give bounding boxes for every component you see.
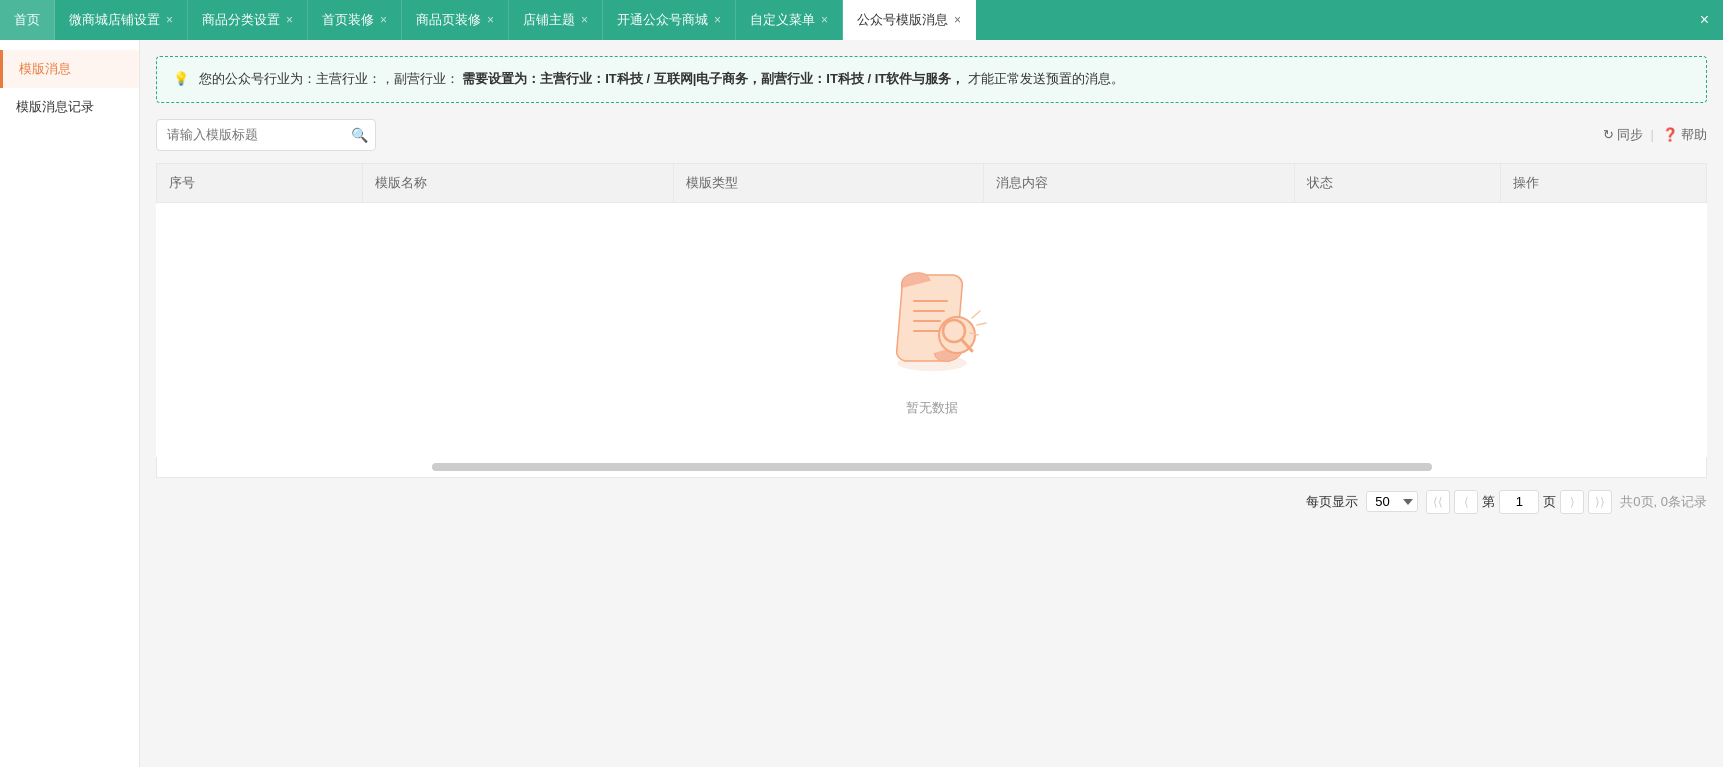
- tab-item-7[interactable]: 自定义菜单 ×: [736, 0, 843, 40]
- tab-close-icon[interactable]: ×: [714, 13, 721, 27]
- table-header-row: 序号模版名称模版类型消息内容状态操作: [157, 163, 1707, 202]
- tab-label: 店铺主题: [523, 11, 575, 29]
- tab-label: 首页装修: [322, 11, 374, 29]
- first-page-button[interactable]: ⟨⟨: [1426, 490, 1450, 514]
- col-header-action: 操作: [1501, 163, 1707, 202]
- notice-highlight: 需要设置为：主营行业：IT科技 / 互联网|电子商务，副营行业：IT科技 / I…: [462, 71, 964, 86]
- tab-item-0[interactable]: 首页: [0, 0, 55, 40]
- tab-close-icon[interactable]: ×: [581, 13, 588, 27]
- toolbar-right: ↻ 同步 | ❓ 帮助: [1603, 126, 1707, 144]
- sync-label: 同步: [1617, 126, 1643, 144]
- sidebar-item-0[interactable]: 模版消息: [0, 50, 139, 88]
- search-input-wrap: 🔍: [156, 119, 376, 151]
- page-label-post: 页: [1543, 493, 1556, 511]
- tab-close-icon[interactable]: ×: [286, 13, 293, 27]
- empty-text: 暂无数据: [156, 399, 1707, 417]
- tab-item-5[interactable]: 店铺主题 ×: [509, 0, 603, 40]
- tab-close-icon[interactable]: ×: [487, 13, 494, 27]
- col-header-status: 状态: [1295, 163, 1501, 202]
- help-label: 帮助: [1681, 126, 1707, 144]
- col-header-name: 模版名称: [362, 163, 673, 202]
- pagination-bar: 每页显示 50 20 100 ⟨⟨ ⟨ 第 页 ⟩ ⟩⟩ 共0页, 0条记录: [156, 478, 1707, 518]
- last-page-button[interactable]: ⟩⟩: [1588, 490, 1612, 514]
- tab-label: 微商城店铺设置: [69, 11, 160, 29]
- empty-state: 暂无数据: [156, 203, 1707, 457]
- page-size-select[interactable]: 50 20 100: [1366, 491, 1418, 512]
- tab-close-icon[interactable]: ×: [954, 13, 961, 27]
- help-icon: ❓: [1662, 127, 1678, 142]
- col-header-type: 模版类型: [673, 163, 984, 202]
- sync-button[interactable]: ↻ 同步: [1603, 126, 1643, 144]
- tab-item-4[interactable]: 商品页装修 ×: [402, 0, 509, 40]
- tab-label: 自定义菜单: [750, 11, 815, 29]
- tab-label: 公众号模版消息: [857, 11, 948, 29]
- tab-item-3[interactable]: 首页装修 ×: [308, 0, 402, 40]
- notice-text-suffix: 才能正常发送预置的消息。: [968, 71, 1124, 86]
- current-page-input[interactable]: [1499, 490, 1539, 514]
- notice-icon: 💡: [173, 71, 189, 86]
- scrollbar-area[interactable]: [156, 457, 1707, 478]
- col-header-content: 消息内容: [984, 163, 1295, 202]
- tab-label: 首页: [14, 11, 40, 29]
- data-table: 序号模版名称模版类型消息内容状态操作: [156, 163, 1707, 203]
- sidebar-item-1[interactable]: 模版消息记录: [0, 88, 139, 126]
- sync-icon: ↻: [1603, 127, 1614, 142]
- tab-close-icon[interactable]: ×: [380, 13, 387, 27]
- tab-item-6[interactable]: 开通公众号商城 ×: [603, 0, 736, 40]
- search-bar: 🔍 ↻ 同步 | ❓ 帮助: [156, 119, 1707, 151]
- next-page-button[interactable]: ⟩: [1560, 490, 1584, 514]
- tab-close-icon[interactable]: ×: [821, 13, 828, 27]
- tab-item-1[interactable]: 微商城店铺设置 ×: [55, 0, 188, 40]
- total-info: 共0页, 0条记录: [1620, 493, 1707, 511]
- notice-text-prefix: 您的公众号行业为：主营行业：，副营行业：: [199, 71, 459, 86]
- page-label-pre: 第: [1482, 493, 1495, 511]
- toolbar-divider: |: [1651, 127, 1654, 142]
- tab-label: 开通公众号商城: [617, 11, 708, 29]
- tab-item-8[interactable]: 公众号模版消息 ×: [843, 0, 976, 40]
- prev-page-button[interactable]: ⟨: [1454, 490, 1478, 514]
- sidebar: 模版消息模版消息记录: [0, 40, 140, 767]
- tab-close-icon[interactable]: ×: [166, 13, 173, 27]
- horizontal-scrollbar[interactable]: [432, 463, 1432, 471]
- page-size-label: 每页显示: [1306, 493, 1358, 511]
- tab-item-2[interactable]: 商品分类设置 ×: [188, 0, 308, 40]
- page-nav: ⟨⟨ ⟨ 第 页 ⟩ ⟩⟩: [1426, 490, 1612, 514]
- tab-label: 商品页装修: [416, 11, 481, 29]
- tab-bar: 首页微商城店铺设置×商品分类设置×首页装修×商品页装修×店铺主题×开通公众号商城…: [0, 0, 1723, 40]
- search-icon[interactable]: 🔍: [351, 127, 368, 143]
- tab-label: 商品分类设置: [202, 11, 280, 29]
- col-header-index: 序号: [157, 163, 363, 202]
- notice-box: 💡 您的公众号行业为：主营行业：，副营行业： 需要设置为：主营行业：IT科技 /…: [156, 56, 1707, 103]
- main-layout: 模版消息模版消息记录 💡 您的公众号行业为：主营行业：，副营行业： 需要设置为：…: [0, 40, 1723, 767]
- help-button[interactable]: ❓ 帮助: [1662, 126, 1707, 144]
- empty-icon: [872, 263, 992, 383]
- search-input[interactable]: [156, 119, 376, 151]
- global-close-button[interactable]: ×: [1686, 11, 1723, 29]
- content-area: 💡 您的公众号行业为：主营行业：，副营行业： 需要设置为：主营行业：IT科技 /…: [140, 40, 1723, 767]
